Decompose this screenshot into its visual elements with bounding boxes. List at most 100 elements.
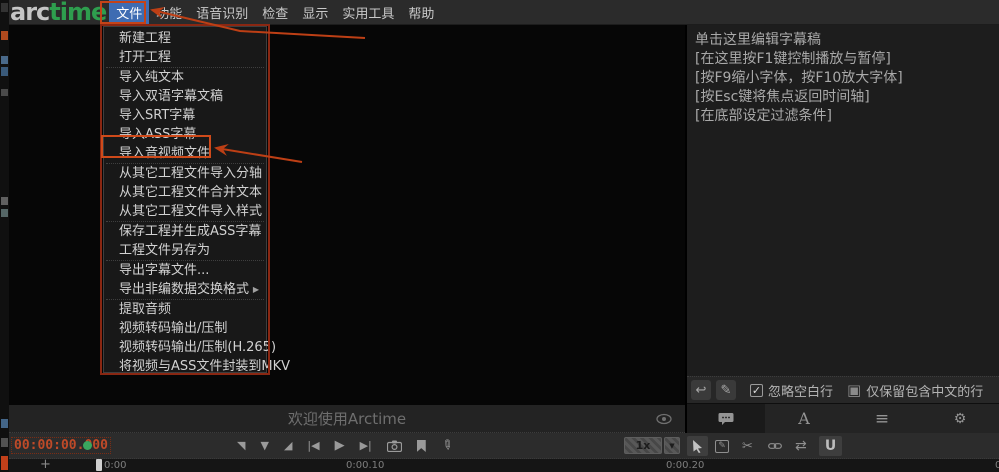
undo-icon: ↩ — [695, 382, 707, 398]
playback-speed-select[interactable]: 1x — [624, 437, 662, 454]
menu-item-new-project[interactable]: 新建工程 — [104, 29, 266, 48]
cursor-icon — [693, 439, 702, 453]
menu-view[interactable]: 显示 — [295, 0, 335, 26]
menu-item-label: 视频转码输出/压制(H.265) — [119, 340, 277, 355]
speed-dropdown-arrow-icon[interactable]: ▼ — [664, 437, 680, 454]
tab-list[interactable]: ≡ — [843, 404, 921, 433]
eye-icon[interactable] — [656, 413, 672, 425]
menu-nav: 文件 功能 语音识别 检查 显示 实用工具 帮助 — [109, 0, 441, 26]
menu-item-label: 工程文件另存为 — [119, 243, 211, 258]
chain-icon — [768, 443, 782, 449]
welcome-bar: 欢迎使用Arctime — [9, 405, 685, 433]
magnet-tool-button[interactable]: U — [819, 436, 842, 456]
menu-item-label: 导入音视频文件 — [119, 146, 211, 161]
play-icon[interactable]: ▶ — [335, 433, 345, 459]
menu-item-label: 从其它工程文件导入分轴 — [119, 166, 263, 181]
menu-item-extract-audio[interactable]: 提取音频 — [104, 300, 266, 319]
ignore-blank-checkbox[interactable]: ✓ — [750, 383, 763, 397]
timecode-display[interactable]: 00:00:00.000 — [11, 437, 111, 454]
subtitle-editor-panel: 单击这里编辑字幕稿 [在这里按F1键控制播放与暂停] [按F9缩小字体，按F10… — [685, 25, 999, 433]
add-track-button[interactable]: + — [40, 457, 51, 472]
logo-time: time — [49, 0, 107, 26]
ignore-blank-label: 忽略空白行 — [768, 384, 834, 400]
subtitle-text-editor[interactable]: 单击这里编辑字幕稿 [在这里按F1键控制播放与暂停] [按F9缩小字体，按F10… — [687, 25, 999, 376]
menu-item-label: 视频转码输出/压制 — [119, 321, 228, 336]
cursor-tool-button[interactable] — [687, 436, 708, 456]
playhead-handle[interactable] — [96, 459, 102, 471]
swap-tool-icon[interactable]: ⇄ — [795, 433, 807, 459]
keep-chinese-label: 仅保留包含中文的行 — [866, 384, 984, 400]
welcome-text: 欢迎使用Arctime — [287, 410, 407, 428]
ruler-label: 0:00 — [104, 460, 127, 471]
menu-item-label: 将视频与ASS文件封装到MKV — [119, 359, 291, 374]
menu-item-import-styles[interactable]: 从其它工程文件导入样式 — [104, 202, 266, 221]
menu-item-import-split-track[interactable]: 从其它工程文件导入分轴 — [104, 164, 266, 183]
menu-item-merge-text[interactable]: 从其它工程文件合并文本 — [104, 183, 266, 202]
menu-item-label: 导入纯文本 — [119, 70, 185, 85]
menu-functions[interactable]: 功能 — [149, 0, 189, 26]
record-indicator — [83, 441, 92, 450]
menu-item-import-ass[interactable]: 导入ASS字幕 — [104, 125, 266, 144]
tab-settings[interactable]: ⚙ — [921, 404, 999, 433]
magnet-icon: U — [824, 438, 837, 454]
snapshot-camera-icon[interactable] — [386, 440, 402, 452]
panel-tab-bar: A ≡ ⚙ — [687, 403, 999, 433]
menu-item-transcode-h265[interactable]: 视频转码输出/压制(H.265) — [104, 338, 276, 357]
ruler-label: 0:00.10 — [346, 460, 385, 471]
keep-chinese-checkbox[interactable]: ▣ — [847, 381, 861, 399]
menu-speech-recognition[interactable]: 语音识别 — [189, 0, 255, 26]
speech-bubble-icon — [718, 412, 734, 425]
transport-icons: ◥ ▼ ◢ |◀ ▶ ▶| ✎ — [237, 433, 456, 459]
submenu-arrow-icon: ▶ — [252, 285, 259, 294]
menu-item-import-plain-text[interactable]: 导入纯文本 — [104, 68, 266, 87]
editor-line: [在底部设定过滤条件] — [695, 108, 832, 124]
scissors-tool-icon[interactable]: ✂ — [742, 433, 753, 459]
bookmark-icon[interactable] — [416, 440, 426, 452]
menu-item-label: 导入ASS字幕 — [119, 127, 197, 142]
editor-line: [在这里按F1键控制播放与暂停] — [695, 51, 891, 67]
menu-file[interactable]: 文件 — [109, 0, 150, 26]
skip-start-icon[interactable]: |◀ — [307, 433, 319, 459]
transport-bar: 00:00:00.000 ◥ ▼ ◢ |◀ ▶ ▶| ✎ 1x ▼ ✎ ✂ ⇄ … — [9, 433, 999, 459]
editor-line: [按F9缩小字体，按F10放大字体] — [695, 70, 903, 86]
menu-check[interactable]: 检查 — [255, 0, 295, 26]
menu-item-save-generate-ass[interactable]: 保存工程并生成ASS字幕 — [104, 222, 266, 241]
menu-item-label: 保存工程并生成ASS字幕 — [119, 224, 262, 239]
edit-pen-glyph: ✎ — [715, 439, 729, 453]
menu-item-label: 导出非编数据交换格式 — [119, 282, 250, 297]
ruler-label: 0:0 — [995, 460, 999, 471]
undo-button[interactable]: ↩ — [691, 380, 711, 400]
drag-mode-icon[interactable]: ◥ — [237, 433, 245, 459]
gear-icon: ⚙ — [953, 410, 967, 427]
menu-item-import-bilingual[interactable]: 导入双语字幕文稿 — [104, 87, 266, 106]
menu-item-export-subtitle[interactable]: 导出字幕文件... — [104, 261, 266, 280]
slope-tool-icon[interactable]: ◢ — [284, 433, 292, 459]
skip-end-icon[interactable]: ▶| — [360, 433, 372, 459]
style-a-icon: A — [798, 409, 810, 428]
list-icon: ≡ — [874, 408, 890, 429]
editor-line: [按Esc键将焦点返回时间轴] — [695, 89, 870, 105]
menu-item-mux-mkv[interactable]: 将视频与ASS文件封装到MKV — [104, 357, 290, 376]
tab-styles[interactable]: A — [765, 404, 843, 433]
pencil-icon: ✎ — [720, 382, 732, 398]
timeline-ruler[interactable]: + 0:00 0:00.10 0:00.20 0:0 — [9, 457, 999, 472]
menu-item-label: 从其它工程文件导入样式 — [119, 204, 263, 219]
menu-tools[interactable]: 实用工具 — [335, 0, 401, 26]
arctime-window: arctime 文件 功能 语音识别 检查 显示 实用工具 帮助 欢迎使用Arc… — [0, 0, 999, 472]
quick-pen-icon[interactable]: ✎ — [434, 433, 459, 460]
edit-tool-icon[interactable]: ✎ — [715, 433, 729, 459]
drop-keyframe-icon[interactable]: ▼ — [260, 433, 268, 459]
menu-item-import-srt[interactable]: 导入SRT字幕 — [104, 106, 266, 125]
menu-item-label: 新建工程 — [119, 31, 172, 46]
menu-item-export-nle[interactable]: 导出非编数据交换格式 ▶ — [104, 280, 266, 299]
menu-item-transcode[interactable]: 视频转码输出/压制 — [104, 319, 266, 338]
logo-arc: arc — [10, 0, 50, 26]
tab-subtitles[interactable] — [687, 404, 765, 433]
link-tool-icon[interactable] — [768, 433, 782, 459]
arctime-logo: arctime — [10, 0, 107, 26]
menu-item-open-project[interactable]: 打开工程 — [104, 48, 266, 67]
edit-pencil-button[interactable]: ✎ — [716, 380, 736, 400]
menu-item-save-as[interactable]: 工程文件另存为 — [104, 241, 266, 260]
menu-help[interactable]: 帮助 — [401, 0, 441, 26]
menu-item-import-av-file[interactable]: 导入音视频文件 — [104, 144, 266, 163]
